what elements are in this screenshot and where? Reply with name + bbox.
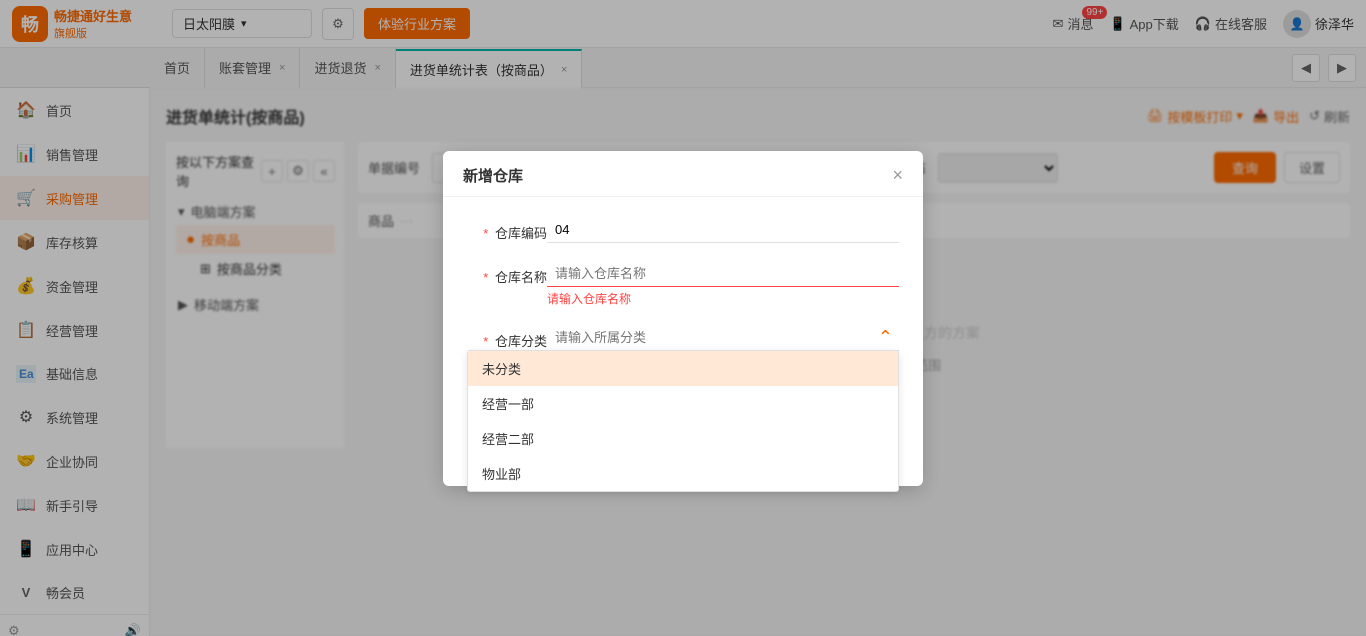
category-toggle-button[interactable]: ⌃: [872, 327, 899, 348]
dropdown-item-2[interactable]: 经营二部: [468, 421, 898, 456]
warehouse-code-input[interactable]: [547, 217, 899, 243]
dropdown-item-0[interactable]: 未分类: [468, 351, 898, 386]
required-star-cat: *: [483, 334, 488, 349]
required-star-name: *: [483, 270, 488, 285]
code-label: * 仓库编码: [467, 217, 547, 242]
category-dropdown: 未分类 经营一部 经营二部 物业部: [467, 350, 899, 492]
name-error-message: 请输入仓库名称: [547, 290, 899, 307]
category-input[interactable]: [547, 325, 872, 350]
name-label: * 仓库名称: [467, 261, 547, 286]
warehouse-name-input[interactable]: [547, 261, 899, 287]
required-star: *: [483, 226, 488, 241]
form-row-category: * 仓库分类 ⌃ 未分类 经营一部 经营二部 物业部: [467, 325, 899, 351]
dropdown-item-3[interactable]: 物业部: [468, 456, 898, 491]
name-input-wrap: 请输入仓库名称: [547, 261, 899, 307]
dropdown-item-1[interactable]: 经营一部: [468, 386, 898, 421]
add-warehouse-dialog: 新增仓库 × * 仓库编码 * 仓库名称 请输入仓库名称: [443, 151, 923, 486]
dialog-close-button[interactable]: ×: [892, 165, 903, 186]
dialog-body: * 仓库编码 * 仓库名称 请输入仓库名称 *: [443, 197, 923, 423]
modal-overlay: 新增仓库 × * 仓库编码 * 仓库名称 请输入仓库名称: [0, 0, 1366, 636]
category-label: * 仓库分类: [467, 325, 547, 350]
form-row-code: * 仓库编码: [467, 217, 899, 243]
form-row-name: * 仓库名称 请输入仓库名称: [467, 261, 899, 307]
dialog-header: 新增仓库 ×: [443, 151, 923, 197]
category-input-wrap: ⌃ 未分类 经营一部 经营二部 物业部: [547, 325, 899, 351]
dialog-title: 新增仓库: [463, 165, 523, 186]
